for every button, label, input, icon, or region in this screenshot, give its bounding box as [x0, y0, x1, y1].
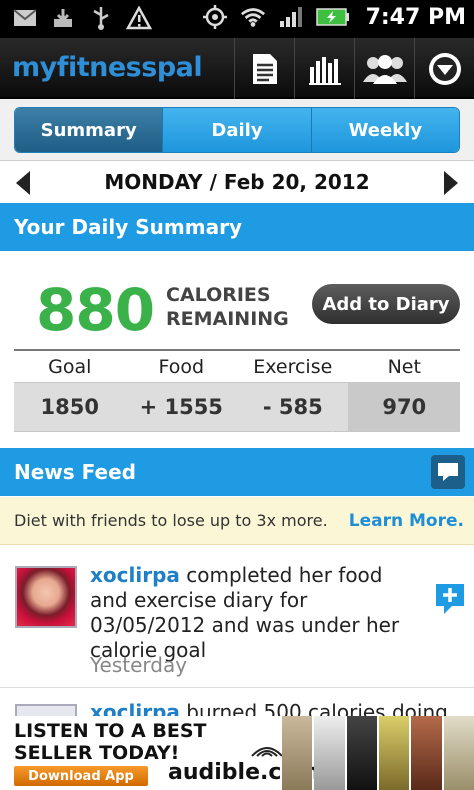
goal-header: Goal	[48, 355, 92, 378]
tab-summary[interactable]: Summary	[15, 108, 163, 152]
app-logo: myfitnesspal	[12, 52, 203, 83]
friends-button[interactable]	[354, 38, 414, 99]
status-time: 7:47 PM	[365, 4, 466, 30]
user-avatar[interactable]	[15, 566, 77, 628]
diary-icon	[252, 53, 277, 84]
friends-icon	[362, 54, 407, 84]
comment-plus-icon[interactable]	[434, 582, 466, 616]
calories-remaining-value: 880	[36, 276, 155, 344]
ad-download-button[interactable]: Download App	[14, 766, 148, 786]
calorie-summary-table: Goal Food Exercise Net 1850 + 1555 - 585…	[14, 349, 460, 433]
exercise-header: Exercise	[253, 355, 333, 378]
next-day-arrow-icon[interactable]	[442, 169, 460, 197]
ad-headline: LISTEN TO A BEST SELLER TODAY!	[14, 720, 207, 764]
app-header: myfitnesspal	[0, 38, 474, 99]
battery-icon	[315, 4, 350, 30]
menu-dropdown-button[interactable]	[414, 38, 474, 99]
wifi-icon	[240, 4, 266, 30]
add-to-diary-button[interactable]: Add to Diary	[312, 284, 460, 324]
menu-dropdown-icon	[428, 52, 461, 85]
promo-banner: Diet with friends to lose up to 3x more.…	[0, 497, 474, 545]
exercise-value: - 585	[262, 395, 323, 419]
food-value: + 1555	[139, 395, 223, 419]
download-icon	[50, 5, 76, 31]
date-navigator: MONDAY / Feb 20, 2012	[0, 161, 474, 203]
feed-username[interactable]: xoclirpa	[90, 563, 180, 587]
feed-timestamp: Yesterday	[90, 653, 188, 677]
post-status-button[interactable]	[431, 455, 465, 489]
promo-text: Diet with friends to lose up to 3x more.	[14, 511, 328, 530]
feed-item[interactable]: xoclirpa completed her food and exercise…	[0, 546, 474, 688]
current-date: MONDAY / Feb 20, 2012	[104, 170, 370, 194]
news-feed-title: News Feed	[14, 460, 136, 484]
status-bar: 7:47 PM	[0, 0, 474, 38]
goal-value: 1850	[40, 395, 99, 419]
tab-weekly[interactable]: Weekly	[310, 108, 459, 152]
ad-banner[interactable]: LISTEN TO A BEST SELLER TODAY! Download …	[0, 716, 474, 790]
diary-button[interactable]	[234, 38, 294, 99]
warning-icon	[126, 5, 152, 31]
signal-icon	[278, 4, 304, 30]
learn-more-link[interactable]: Learn More.	[349, 511, 464, 531]
food-header: Food	[158, 355, 205, 378]
net-header: Net	[387, 355, 421, 378]
tab-daily[interactable]: Daily	[162, 108, 311, 152]
usb-icon	[88, 5, 114, 31]
gmail-icon	[12, 5, 38, 31]
screen: 7:47 PM myfitnesspal Summary Daily Weekl…	[0, 0, 474, 790]
chart-icon	[308, 56, 341, 85]
gps-icon	[202, 4, 228, 30]
audible-logo-icon	[251, 747, 283, 757]
daily-summary-title: Your Daily Summary	[14, 215, 242, 239]
ad-book-covers	[282, 716, 474, 790]
reports-button[interactable]	[294, 38, 354, 99]
feed-item-text: xoclirpa completed her food and exercise…	[90, 563, 400, 662]
net-value: 970	[382, 395, 427, 419]
speech-bubble-icon	[438, 463, 458, 481]
daily-summary-header: Your Daily Summary	[0, 203, 474, 251]
tab-bar: Summary Daily Weekly	[0, 99, 474, 161]
news-feed-header: News Feed	[0, 448, 474, 496]
calories-remaining-label: CALORIES REMAINING	[166, 284, 289, 330]
